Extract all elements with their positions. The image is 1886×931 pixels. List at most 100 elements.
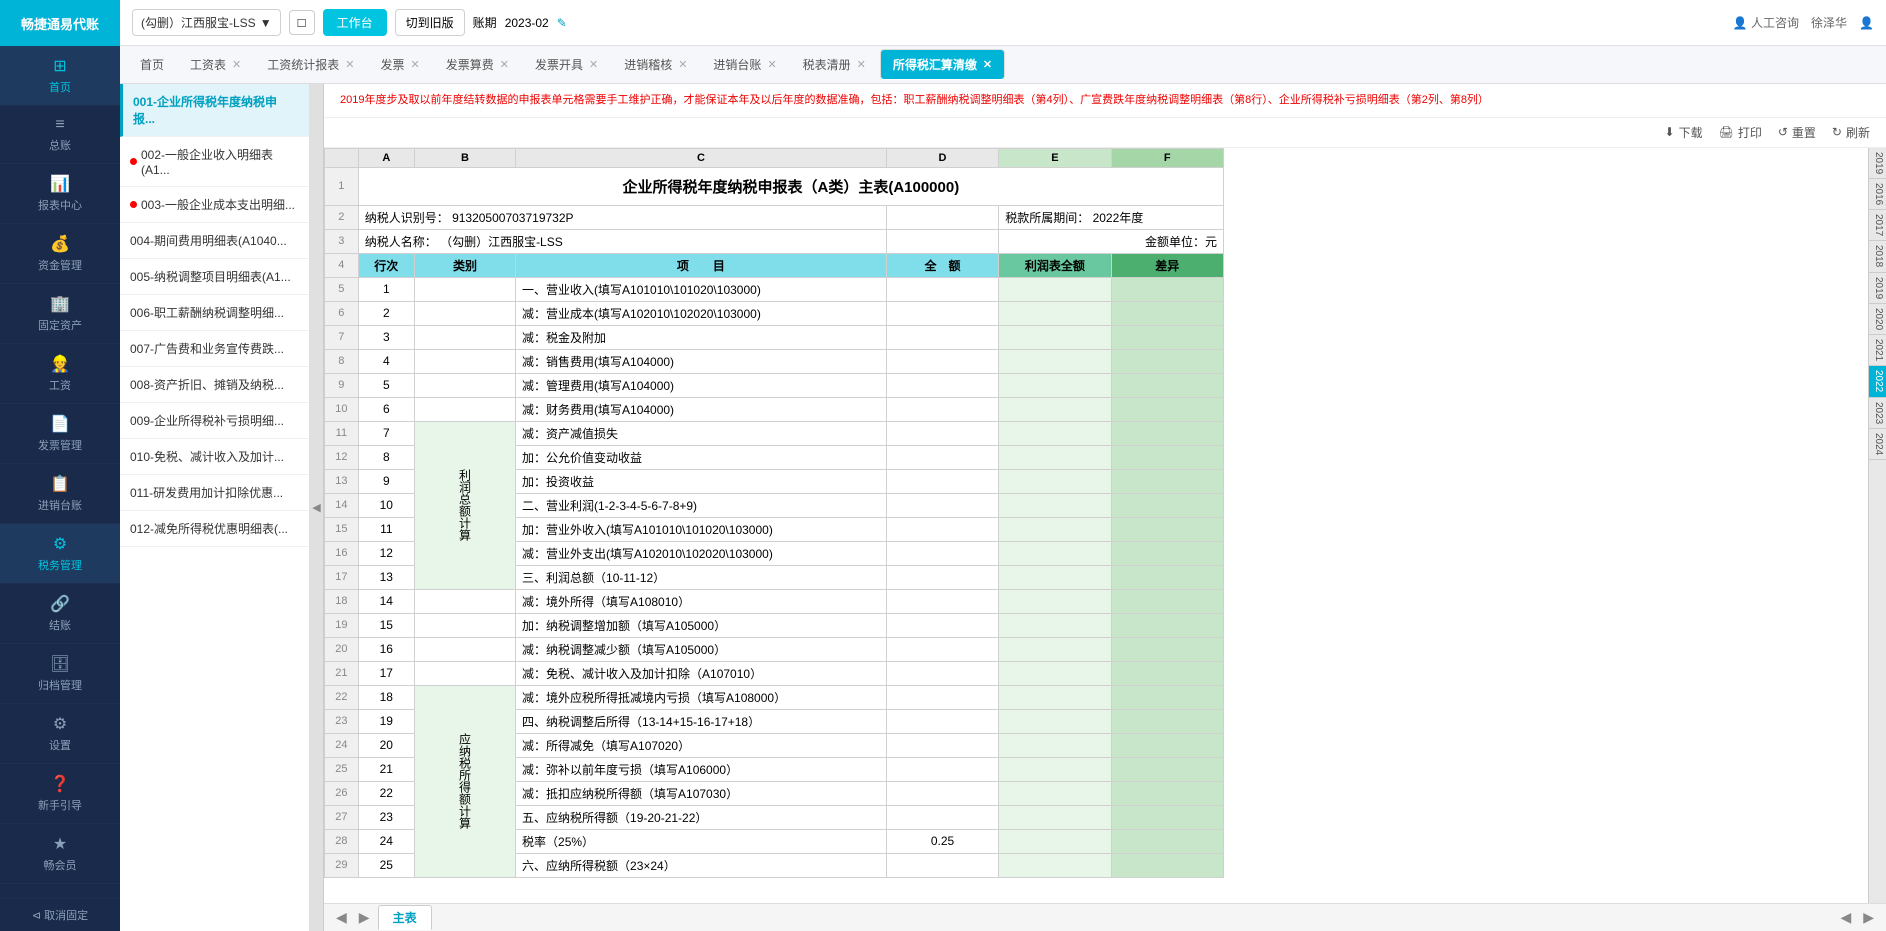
collapse-panel-button[interactable]: ◀ (310, 84, 324, 931)
year-axis-item[interactable]: 2018 (1869, 241, 1886, 272)
tab-sales-audit[interactable]: 进销稽核 ✕ (612, 50, 699, 79)
left-panel-item-009[interactable]: 009-企业所得税补亏损明细... (120, 403, 309, 439)
copy-button[interactable]: □ (289, 10, 315, 35)
sidebar-item-member[interactable]: ★ 畅会员 (0, 824, 120, 884)
tab-close-invoice-calc[interactable]: ✕ (500, 58, 509, 71)
col-B-header: 类别 (414, 253, 515, 277)
year-axis-item[interactable]: 2021 (1869, 335, 1886, 366)
tab-tax-schedule[interactable]: 税表清册 ✕ (791, 50, 878, 79)
table-row: 2 纳税人识别号： 91320500703719732P 税款所属期间： (325, 205, 1224, 229)
year-axis-item[interactable]: 2024 (1869, 429, 1886, 460)
tab-invoice[interactable]: 发票 ✕ (368, 50, 431, 79)
year-axis-item[interactable]: 2019 (1869, 148, 1886, 179)
year-axis-item-active[interactable]: 2022 (1869, 366, 1886, 397)
sidebar-item-guide[interactable]: ❓ 新手引导 (0, 764, 120, 824)
app-logo[interactable]: 畅捷通易代账 (0, 0, 120, 46)
row-num: 4 (325, 253, 359, 277)
taxable-income-label: 应纳税所得额计算 (414, 685, 515, 877)
tax-period-cell: 税款所属期间： 2022年度 (999, 205, 1224, 229)
item-label: 007-广告费和业务宣传费跌... (130, 340, 284, 357)
sidebar-item-sales[interactable]: 📋 进销台账 (0, 464, 120, 524)
tab-close-tax-schedule[interactable]: ✕ (857, 58, 866, 71)
table-title: 企业所得税年度纳税申报表（A类）主表(A100000) (358, 167, 1223, 205)
left-panel-item-011[interactable]: 011-研发费用加计扣除优惠... (120, 475, 309, 511)
payroll-icon: 👷 (50, 354, 70, 374)
left-panel-item-004[interactable]: 004-期间费用明细表(A1040... (120, 223, 309, 259)
year-axis-item[interactable]: 2016 (1869, 179, 1886, 210)
sheet-nav-prev[interactable]: ◀ (332, 909, 351, 926)
left-panel-item-007[interactable]: 007-广告费和业务宣传费跌... (120, 331, 309, 367)
tab-close-invoice-open[interactable]: ✕ (589, 58, 598, 71)
sidebar-item-close[interactable]: 🔗 结账 (0, 584, 120, 644)
tab-payroll-stats[interactable]: 工资统计报表 ✕ (255, 50, 366, 79)
tab-payroll[interactable]: 工资表 ✕ (178, 50, 253, 79)
member-icon: ★ (53, 834, 67, 854)
left-panel-item-012[interactable]: 012-减免所得税优惠明细表(... (120, 511, 309, 547)
tab-income-tax[interactable]: 所得税汇算清缴 ✕ (880, 49, 1005, 80)
sidebar-item-settings[interactable]: ⚙ 设置 (0, 704, 120, 764)
tab-close-income-tax[interactable]: ✕ (983, 58, 992, 71)
sidebar-item-invoices[interactable]: 📄 发票管理 (0, 404, 120, 464)
tab-home[interactable]: 首页 (128, 50, 176, 79)
spreadsheet-container[interactable]: A B C D E F (324, 148, 1886, 904)
left-panel-item-010[interactable]: 010-免税、减计收入及加计... (120, 439, 309, 475)
item-label: 011-研发费用加计扣除优惠... (130, 484, 283, 501)
left-panel-item-003[interactable]: 003-一般企业成本支出明细... (120, 187, 309, 223)
left-panel-item-005[interactable]: 005-纳税调整项目明细表(A1... (120, 259, 309, 295)
error-indicator (130, 201, 137, 208)
year-axis: 2019 2016 2017 2018 2019 2020 2021 2022 … (1868, 148, 1886, 904)
tab-close-sales-ledger[interactable]: ✕ (767, 58, 776, 71)
user-name: 徐泽华 (1811, 14, 1847, 31)
left-panel: 001-企业所得税年度纳税申报... 002-一般企业收入明细表(A1... 0… (120, 84, 310, 931)
unpin-button[interactable]: ⊲ 取消固定 (0, 898, 120, 931)
year-axis-item[interactable]: 2023 (1869, 398, 1886, 429)
left-panel-item-001[interactable]: 001-企业所得税年度纳税申报... (120, 84, 309, 137)
table-row: 7 3 减：税金及附加 (325, 325, 1224, 349)
item-label: 009-企业所得税补亏损明细... (130, 412, 284, 429)
sidebar-item-fund[interactable]: 💰 资金管理 (0, 224, 120, 284)
sidebar-item-label: 进销台账 (38, 497, 82, 513)
tab-invoice-open[interactable]: 发票开具 ✕ (523, 50, 610, 79)
service-button[interactable]: 👤 人工咨询 (1733, 14, 1799, 31)
refresh-button[interactable]: ↻ 刷新 (1832, 124, 1870, 141)
switch-button[interactable]: 切到旧版 (395, 9, 465, 36)
sidebar-item-assets[interactable]: 🏢 固定资产 (0, 284, 120, 344)
sidebar-item-label: 归档管理 (38, 677, 82, 693)
scroll-left-btn[interactable]: ◀ (1836, 909, 1855, 926)
year-axis-item[interactable]: 2019 (1869, 273, 1886, 304)
sheet-tab-main[interactable]: 主表 (378, 905, 432, 930)
reset-button[interactable]: ↺ 重置 (1778, 124, 1816, 141)
year-axis-item[interactable]: 2020 (1869, 304, 1886, 335)
sidebar-item-archive[interactable]: 🗄 归档管理 (0, 644, 120, 704)
sidebar-item-home[interactable]: ⊞ 首页 (0, 46, 120, 106)
left-panel-item-002[interactable]: 002-一般企业收入明细表(A1... (120, 137, 309, 187)
tab-sales-ledger[interactable]: 进销台账 ✕ (701, 50, 788, 79)
company-name: (勾删）江西服宝-LSS (141, 14, 256, 31)
scroll-right-btn[interactable]: ▶ (1859, 909, 1878, 926)
sidebar-item-label: 税务管理 (38, 557, 82, 573)
download-button[interactable]: ⬇ 下载 (1665, 124, 1703, 141)
col-A-header: 行次 (358, 253, 414, 277)
col-C-header: 项 目 (516, 253, 887, 277)
tab-close-sales-audit[interactable]: ✕ (678, 58, 687, 71)
tax-icon: ⚙ (53, 534, 67, 554)
edit-period-icon[interactable]: ✎ (557, 16, 567, 30)
sidebar-item-tax[interactable]: ⚙ 税务管理 (0, 524, 120, 584)
tab-close-invoice[interactable]: ✕ (411, 58, 420, 71)
sidebar-item-ledger[interactable]: ≡ 总账 (0, 106, 120, 164)
sidebar-item-label: 发票管理 (38, 437, 82, 453)
print-button[interactable]: 🖨 打印 (1719, 124, 1762, 141)
year-axis-item[interactable]: 2017 (1869, 210, 1886, 241)
sidebar-item-label: 结账 (49, 617, 71, 633)
tab-invoice-calc[interactable]: 发票算费 ✕ (434, 50, 521, 79)
sidebar-item-reports[interactable]: 📊 报表中心 (0, 164, 120, 224)
workbench-button[interactable]: 工作台 (323, 9, 387, 36)
left-panel-item-008[interactable]: 008-资产折旧、摊销及纳税... (120, 367, 309, 403)
tab-close-payroll-stats[interactable]: ✕ (345, 58, 354, 71)
sheet-nav-next[interactable]: ▶ (355, 909, 374, 926)
reset-icon: ↺ (1778, 125, 1788, 139)
company-selector[interactable]: (勾删）江西服宝-LSS ▼ (132, 9, 281, 36)
tab-close-payroll[interactable]: ✕ (232, 58, 241, 71)
left-panel-item-006[interactable]: 006-职工薪酬纳税调整明细... (120, 295, 309, 331)
sidebar-item-payroll[interactable]: 👷 工资 (0, 344, 120, 404)
